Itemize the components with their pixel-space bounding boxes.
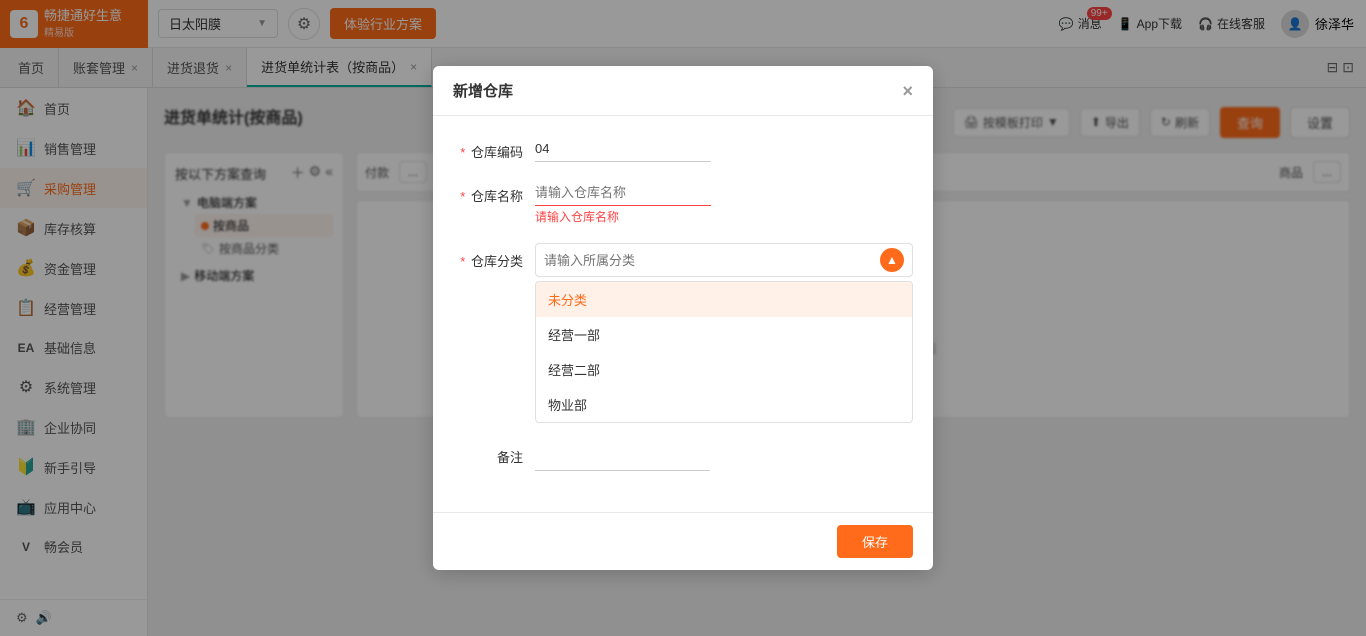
dropdown-item-property[interactable]: 物业部 <box>536 387 912 422</box>
notes-field-row: 备注 <box>453 441 913 474</box>
name-error-hint: 请输入仓库名称 <box>535 208 913 225</box>
category-control: ▲ 未分类 经营一部 经营二部 物业部 <box>535 243 913 423</box>
save-btn[interactable]: 保存 <box>837 525 913 558</box>
modal-body: * 仓库编码 * 仓库名称 请输入仓库名称 <box>433 116 933 512</box>
code-input[interactable] <box>535 136 711 162</box>
chevron-up-btn[interactable]: ▲ <box>880 248 904 272</box>
category-input-wrap[interactable]: ▲ <box>535 243 913 277</box>
modal-close-btn[interactable]: × <box>902 82 913 100</box>
name-input[interactable] <box>535 180 711 206</box>
new-warehouse-modal: 新增仓库 × * 仓库编码 * 仓库名称 <box>433 66 933 570</box>
name-control: 请输入仓库名称 <box>535 180 913 225</box>
modal-overlay: 新增仓库 × * 仓库编码 * 仓库名称 <box>0 0 1366 636</box>
category-field-row: * 仓库分类 ▲ 未分类 经营一部 经营二部 物业部 <box>453 243 913 423</box>
modal-title: 新增仓库 <box>453 80 513 101</box>
code-field-row: * 仓库编码 <box>453 136 913 162</box>
code-control <box>535 136 913 162</box>
code-label: * 仓库编码 <box>453 136 523 161</box>
category-dropdown: 未分类 经营一部 经营二部 物业部 <box>535 281 913 423</box>
notes-label: 备注 <box>453 441 523 466</box>
category-label: * 仓库分类 <box>453 243 523 270</box>
name-field-row: * 仓库名称 请输入仓库名称 <box>453 180 913 225</box>
modal-header: 新增仓库 × <box>433 66 933 116</box>
category-input[interactable] <box>544 253 880 268</box>
required-mark: * <box>460 145 465 160</box>
notes-control <box>535 441 913 474</box>
modal-footer: 保存 <box>433 512 933 570</box>
notes-input[interactable] <box>535 441 710 471</box>
dropdown-item-dept2[interactable]: 经营二部 <box>536 352 912 387</box>
dropdown-item-dept1[interactable]: 经营一部 <box>536 317 912 352</box>
name-label: * 仓库名称 <box>453 180 523 205</box>
dropdown-item-unclassified[interactable]: 未分类 <box>536 282 912 317</box>
